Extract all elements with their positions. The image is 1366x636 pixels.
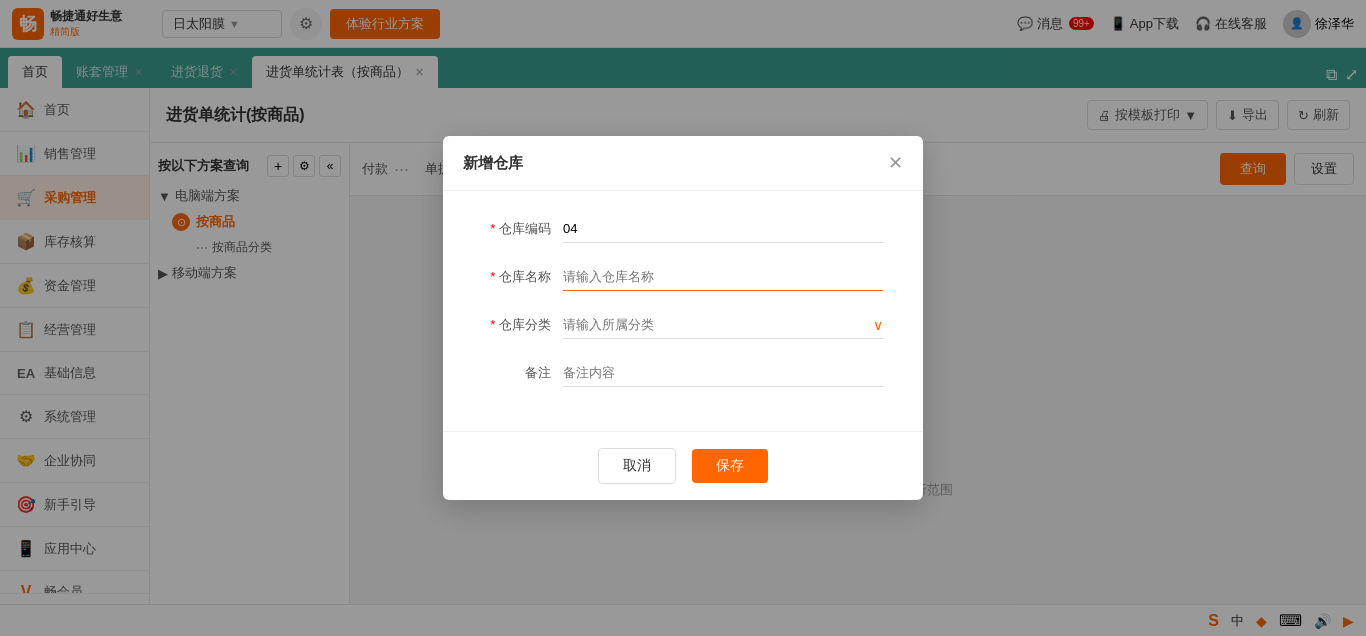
remark-label: 备注 [483, 364, 563, 382]
warehouse-code-input[interactable] [563, 215, 883, 243]
warehouse-name-input[interactable] [563, 263, 883, 291]
cancel-button[interactable]: 取消 [598, 448, 676, 484]
name-label: 仓库名称 [483, 268, 563, 286]
modal-body: 仓库编码 仓库名称 仓库分类 ∨ 备注 [443, 191, 923, 431]
form-row-name: 仓库名称 [483, 263, 883, 291]
remark-input[interactable] [563, 359, 883, 387]
save-button[interactable]: 保存 [692, 449, 768, 483]
add-warehouse-modal: 新增仓库 ✕ 仓库编码 仓库名称 仓库分类 ∨ [443, 136, 923, 500]
form-row-code: 仓库编码 [483, 215, 883, 243]
modal-close-button[interactable]: ✕ [888, 152, 903, 174]
category-select[interactable]: ∨ [563, 311, 883, 339]
category-select-arrow: ∨ [873, 317, 883, 333]
code-label: 仓库编码 [483, 220, 563, 238]
modal-footer: 取消 保存 [443, 431, 923, 500]
category-label: 仓库分类 [483, 316, 563, 334]
form-row-category: 仓库分类 ∨ [483, 311, 883, 339]
modal-header: 新增仓库 ✕ [443, 136, 923, 191]
modal-title: 新增仓库 [463, 154, 523, 173]
modal-overlay[interactable]: 新增仓库 ✕ 仓库编码 仓库名称 仓库分类 ∨ [0, 0, 1366, 636]
category-input[interactable] [563, 311, 873, 338]
form-row-remark: 备注 [483, 359, 883, 387]
